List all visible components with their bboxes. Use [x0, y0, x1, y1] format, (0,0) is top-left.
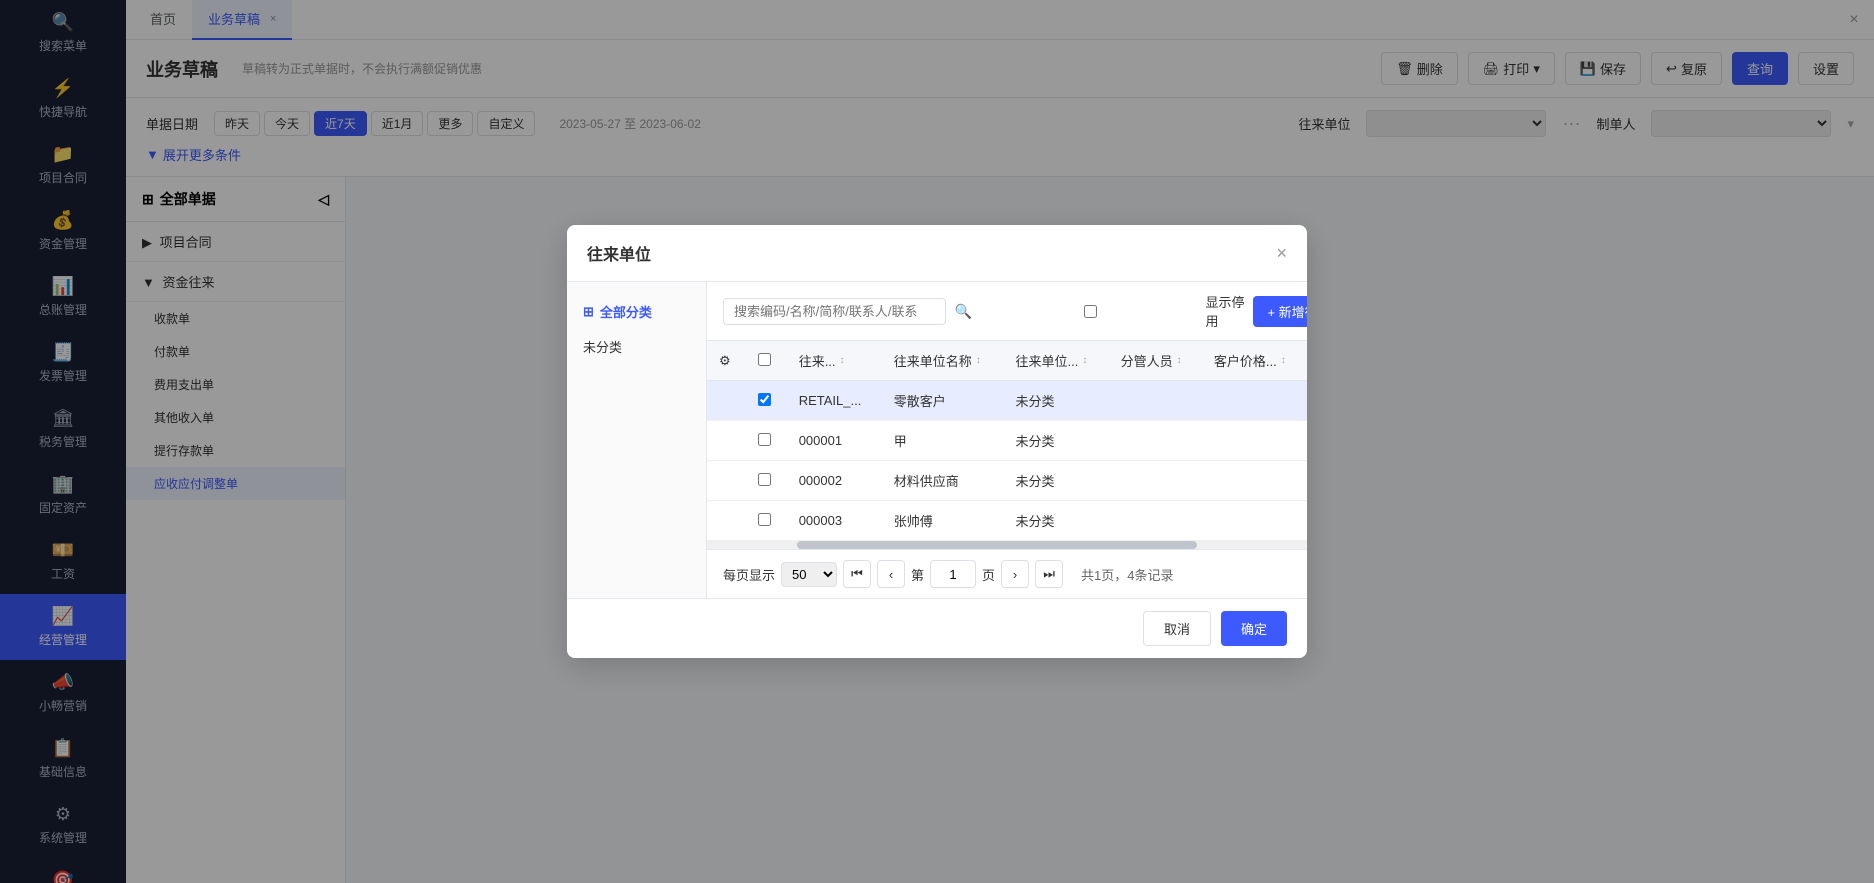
row-select-checkbox[interactable] [758, 393, 771, 406]
page-unit: 页 [982, 565, 995, 584]
row-category: 未分类 [1003, 421, 1108, 461]
total-info: 共1页，4条记录 [1081, 565, 1173, 584]
col-salesperson-header[interactable]: 分管人员 ↕ [1109, 341, 1202, 381]
dialog-overlay: 往来单位 × ⊞ 全部分类 未分类 🔍 [0, 0, 1874, 883]
next-page-button[interactable]: › [1001, 560, 1029, 588]
page-number-input[interactable] [930, 560, 976, 588]
col-name-header[interactable]: 往来单位名称 ↕ [882, 341, 1004, 381]
show-disabled-checkbox[interactable] [980, 305, 1202, 318]
row-pricecat [1202, 421, 1307, 461]
per-page-label: 每页显示 [723, 565, 775, 584]
dialog-title: 往来单位 [587, 241, 651, 265]
dialog-search-input[interactable] [723, 298, 946, 325]
row-category: 未分类 [1003, 461, 1108, 501]
horizontal-scrollbar[interactable] [707, 541, 1307, 549]
row-settings [707, 381, 746, 421]
table-row[interactable]: RETAIL_... 零散客户 未分类 [707, 381, 1307, 421]
first-page-button[interactable]: ⏮ [843, 560, 871, 588]
row-settings [707, 501, 746, 541]
row-name: 甲 [882, 421, 1004, 461]
scrollbar-thumb [797, 541, 1197, 549]
dialog-main: 🔍 显示停用 + 新增往来单位 ⚙ [707, 282, 1307, 598]
dialog-table: ⚙ 往来... ↕ [707, 341, 1307, 541]
dialog-toolbar: 🔍 显示停用 + 新增往来单位 [707, 282, 1307, 341]
dialog-footer: 每页显示 50 10 20 100 ⏮ ‹ 第 页 › ⏭ [707, 549, 1307, 598]
row-name: 张帅傅 [882, 501, 1004, 541]
row-pricecat [1202, 381, 1307, 421]
row-name: 零散客户 [882, 381, 1004, 421]
row-select-checkbox[interactable] [758, 513, 771, 526]
per-page-select[interactable]: 50 10 20 100 [781, 562, 837, 587]
row-pricecat [1202, 501, 1307, 541]
row-name: 材料供应商 [882, 461, 1004, 501]
row-salesperson [1109, 381, 1202, 421]
dialog-sidebar-all-category[interactable]: ⊞ 全部分类 [567, 294, 706, 329]
col-category-header[interactable]: 往来单位... ↕ [1003, 341, 1108, 381]
sort-arrow-icon3: ↕ [1082, 355, 1087, 366]
last-page-button[interactable]: ⏭ [1035, 560, 1063, 588]
row-code: 000001 [787, 421, 882, 461]
dialog-search: 🔍 显示停用 [723, 292, 1253, 330]
cancel-button[interactable]: 取消 [1143, 611, 1211, 646]
select-all-checkbox[interactable] [758, 353, 771, 366]
row-code: 000002 [787, 461, 882, 501]
row-salesperson [1109, 501, 1202, 541]
row-checkbox[interactable] [746, 461, 787, 501]
row-checkbox[interactable] [746, 381, 787, 421]
col-checkbox-header [746, 341, 787, 381]
col-code-header[interactable]: 往来... ↕ [787, 341, 882, 381]
page-label: 第 [911, 565, 924, 584]
dialog-actions: 取消 确定 [567, 598, 1307, 658]
row-pricecat [1202, 461, 1307, 501]
prev-page-button[interactable]: ‹ [877, 560, 905, 588]
settings-icon[interactable]: ⚙ [719, 353, 731, 368]
dialog-close-button[interactable]: × [1276, 243, 1287, 264]
dialog-body: ⊞ 全部分类 未分类 🔍 显示停用 [567, 282, 1307, 598]
sort-arrow-icon5: ↕ [1281, 355, 1286, 366]
dialog-sidebar-uncategorized[interactable]: 未分类 [567, 329, 706, 364]
row-category: 未分类 [1003, 501, 1108, 541]
row-category: 未分类 [1003, 381, 1108, 421]
dialog-header: 往来单位 × [567, 225, 1307, 282]
grid-icon2: ⊞ [583, 304, 594, 320]
row-code: RETAIL_... [787, 381, 882, 421]
show-disabled-toggle[interactable]: 显示停用 [980, 292, 1254, 330]
row-code: 000003 [787, 501, 882, 541]
sort-arrow-icon2: ↕ [976, 355, 981, 366]
col-settings-header: ⚙ [707, 341, 746, 381]
row-salesperson [1109, 421, 1202, 461]
dialog-sidebar: ⊞ 全部分类 未分类 [567, 282, 707, 598]
add-new-unit-button[interactable]: + 新增往来单位 [1253, 296, 1307, 327]
dialog: 往来单位 × ⊞ 全部分类 未分类 🔍 [567, 225, 1307, 658]
col-pricecat-header[interactable]: 客户价格... ↕ [1202, 341, 1307, 381]
row-checkbox[interactable] [746, 421, 787, 461]
table-row[interactable]: 000001 甲 未分类 [707, 421, 1307, 461]
dialog-search-icon: 🔍 [954, 303, 971, 320]
row-salesperson [1109, 461, 1202, 501]
sort-arrow-icon: ↕ [840, 355, 845, 366]
row-select-checkbox[interactable] [758, 433, 771, 446]
table-row[interactable]: 000002 材料供应商 未分类 [707, 461, 1307, 501]
confirm-button[interactable]: 确定 [1221, 611, 1287, 646]
sort-arrow-icon4: ↕ [1177, 355, 1182, 366]
dialog-table-wrap: ⚙ 往来... ↕ [707, 341, 1307, 549]
row-checkbox[interactable] [746, 501, 787, 541]
row-select-checkbox[interactable] [758, 473, 771, 486]
row-settings [707, 461, 746, 501]
row-settings [707, 421, 746, 461]
pagination: 每页显示 50 10 20 100 ⏮ ‹ 第 页 › ⏭ [723, 560, 1174, 588]
table-row[interactable]: 000003 张帅傅 未分类 [707, 501, 1307, 541]
